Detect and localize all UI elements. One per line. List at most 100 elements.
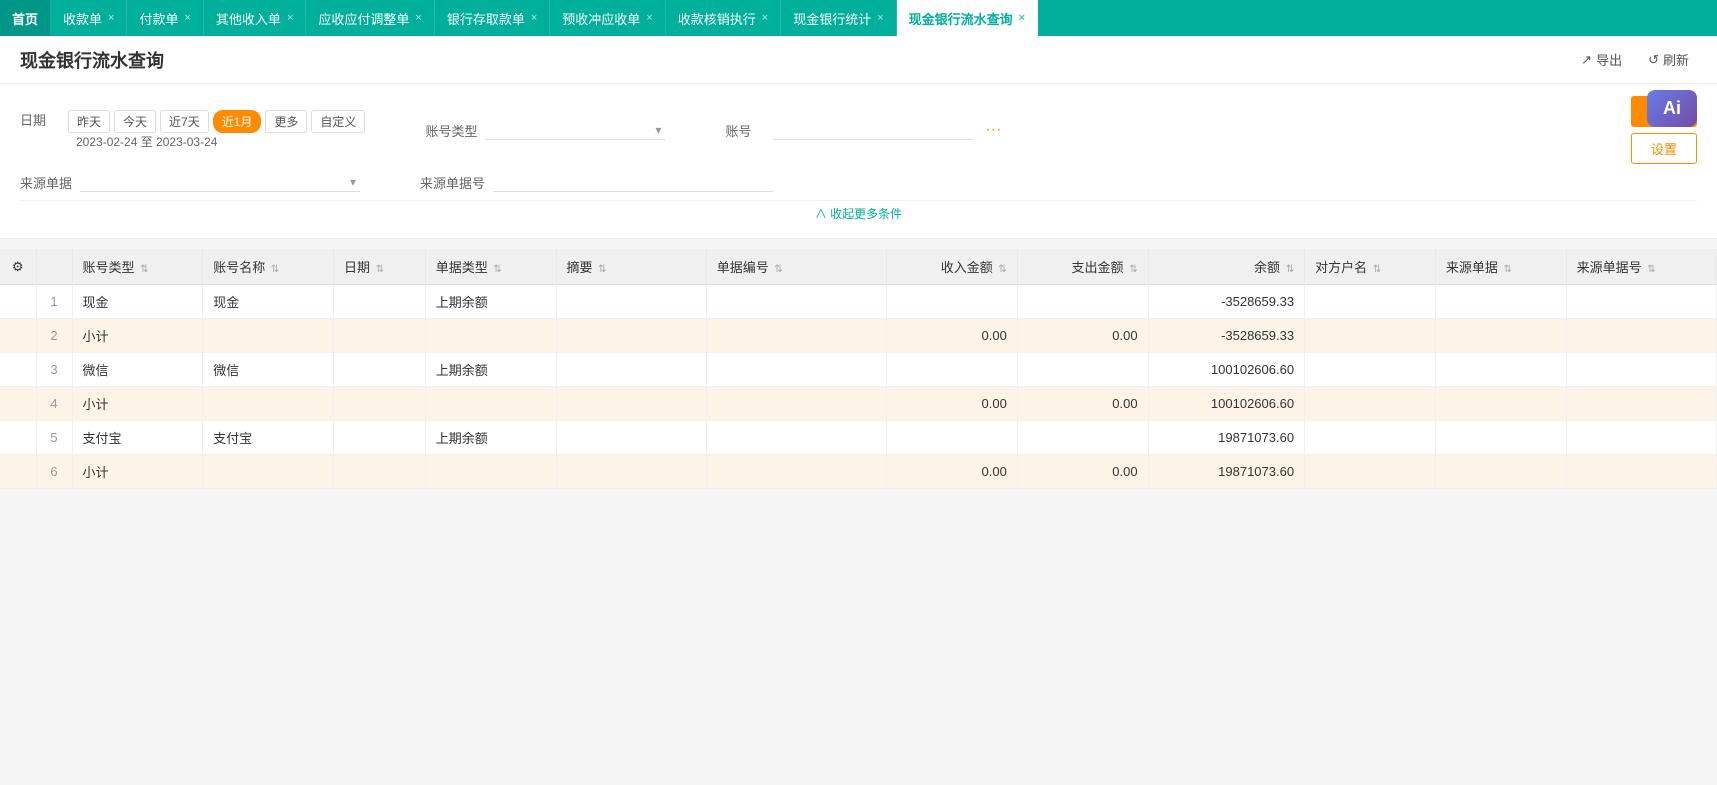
close-icon[interactable]: × <box>415 12 421 24</box>
nav-tab-other-income[interactable]: 其他收入单 × <box>204 0 306 36</box>
sort-icon: ⇅ <box>774 264 782 275</box>
filter-row-1: 日期 昨天 今天 近7天 近1月 更多 自定义 2023-02-24 至 202… <box>20 96 1697 164</box>
cell-income <box>887 353 1018 387</box>
gear-icon[interactable]: ⚙ <box>12 259 24 274</box>
cell-expense: 0.00 <box>1017 455 1148 489</box>
table-row[interactable]: 3微信微信上期余额100102606.60 <box>0 353 1717 387</box>
filter-area: 日期 昨天 今天 近7天 近1月 更多 自定义 2023-02-24 至 202… <box>0 84 1717 239</box>
export-button[interactable]: ↗ 导出 <box>1573 46 1630 73</box>
cell-expense: 0.00 <box>1017 387 1148 421</box>
account-type-select[interactable]: 现金 微信 支付宝 <box>485 120 665 140</box>
nav-tab-label: 银行存取款单 <box>447 9 525 28</box>
sort-icon: ⇅ <box>493 264 501 275</box>
close-icon[interactable]: × <box>1019 12 1025 24</box>
date-options: 昨天 今天 近7天 近1月 更多 自定义 <box>68 110 365 133</box>
nav-tab-ar-ap-adjust[interactable]: 应收应付调整单 × <box>306 0 434 36</box>
nav-home[interactable]: 首页 <box>0 0 51 36</box>
table-row[interactable]: 2小计0.000.00-3528659.33 <box>0 319 1717 353</box>
source-doc-select[interactable] <box>80 172 360 192</box>
cell-expense: 0.00 <box>1017 319 1148 353</box>
col-counterpart[interactable]: 对方户名 ⇅ <box>1305 249 1436 285</box>
nav-tab-label: 收款核销执行 <box>678 9 756 28</box>
cell-account-name: 微信 <box>203 353 334 387</box>
cell-date <box>334 421 426 455</box>
cell-income <box>887 421 1018 455</box>
source-doc-no-input[interactable] <box>493 172 773 192</box>
cell-summary <box>556 421 706 455</box>
nav-tab-prepay[interactable]: 预收冲应收单 × <box>550 0 665 36</box>
close-icon[interactable]: × <box>762 12 768 24</box>
row-number: 2 <box>36 319 72 353</box>
col-doc-no[interactable]: 单据编号 ⇅ <box>706 249 886 285</box>
page-title: 现金银行流水查询 <box>20 47 164 73</box>
cell-account-type: 小计 <box>72 455 203 489</box>
ai-badge[interactable]: Ai <box>1647 90 1697 127</box>
sort-icon: ⇅ <box>140 264 148 275</box>
refresh-icon: ↺ <box>1648 52 1659 68</box>
col-source-doc[interactable]: 来源单据 ⇅ <box>1435 249 1566 285</box>
cell-source-doc-no <box>1566 285 1716 319</box>
sort-icon: ⇅ <box>998 264 1006 275</box>
cell-doc-no <box>706 421 886 455</box>
cell-source-doc <box>1435 455 1566 489</box>
col-expense[interactable]: 支出金额 ⇅ <box>1017 249 1148 285</box>
close-icon[interactable]: × <box>646 12 652 24</box>
cell-source-doc-no <box>1566 387 1716 421</box>
cell-income: 0.00 <box>887 387 1018 421</box>
cell-source-doc-no <box>1566 455 1716 489</box>
nav-tab-payment[interactable]: 付款单 × <box>127 0 203 36</box>
cell-account-name <box>203 387 334 421</box>
collapse-bar[interactable]: ∧ 收起更多条件 <box>20 200 1697 226</box>
cell-doc-no <box>706 455 886 489</box>
account-input[interactable] <box>773 120 973 140</box>
table-row[interactable]: 4小计0.000.00100102606.60 <box>0 387 1717 421</box>
date-btn-more[interactable]: 更多 <box>265 110 307 133</box>
sort-icon: ⇅ <box>271 264 279 275</box>
date-btn-yesterday[interactable]: 昨天 <box>68 110 110 133</box>
source-doc-select-wrapper <box>80 172 360 192</box>
settings-button[interactable]: 设置 <box>1631 133 1697 164</box>
table-row[interactable]: 6小计0.000.0019871073.60 <box>0 455 1717 489</box>
date-btn-custom[interactable]: 自定义 <box>311 110 365 133</box>
col-income[interactable]: 收入金额 ⇅ <box>887 249 1018 285</box>
refresh-button[interactable]: ↺ 刷新 <box>1640 46 1697 73</box>
col-account-name[interactable]: 账号名称 ⇅ <box>203 249 334 285</box>
col-summary[interactable]: 摘要 ⇅ <box>556 249 706 285</box>
close-icon[interactable]: × <box>184 12 190 24</box>
date-btn-today[interactable]: 今天 <box>114 110 156 133</box>
cell-date <box>334 353 426 387</box>
nav-tab-receipt[interactable]: 收款单 × <box>51 0 127 36</box>
data-table-container: ⚙ 账号类型 ⇅ 账号名称 ⇅ 日期 ⇅ 单据类型 ⇅ <box>0 249 1717 489</box>
close-icon[interactable]: × <box>287 12 293 24</box>
cell-summary <box>556 319 706 353</box>
date-btn-1month[interactable]: 近1月 <box>213 110 262 133</box>
col-date[interactable]: 日期 ⇅ <box>334 249 426 285</box>
sort-icon: ⇅ <box>1647 264 1655 275</box>
close-icon[interactable]: × <box>108 12 114 24</box>
table-row[interactable]: 5支付宝支付宝上期余额19871073.60 <box>0 421 1717 455</box>
close-icon[interactable]: × <box>531 12 537 24</box>
account-filter-group: 账号 ··· <box>725 120 1001 140</box>
col-account-type[interactable]: 账号类型 ⇅ <box>72 249 203 285</box>
date-btn-7days[interactable]: 近7天 <box>160 110 209 133</box>
cell-source-doc <box>1435 353 1566 387</box>
cell-expense <box>1017 421 1148 455</box>
cell-counterpart <box>1305 319 1436 353</box>
account-browse-button[interactable]: ··· <box>985 121 1001 139</box>
row-number: 1 <box>36 285 72 319</box>
nav-tab-bank-deposit[interactable]: 银行存取款单 × <box>435 0 550 36</box>
cell-source-doc <box>1435 285 1566 319</box>
cell-account-name: 现金 <box>203 285 334 319</box>
nav-tab-cash-stats[interactable]: 现金银行统计 × <box>781 0 896 36</box>
cell-income: 0.00 <box>887 455 1018 489</box>
cell-summary <box>556 455 706 489</box>
col-balance[interactable]: 余额 ⇅ <box>1148 249 1305 285</box>
col-doc-type[interactable]: 单据类型 ⇅ <box>425 249 556 285</box>
date-filter-group: 日期 昨天 今天 近7天 近1月 更多 自定义 2023-02-24 至 202… <box>20 110 365 150</box>
table-row[interactable]: 1现金现金上期余额-3528659.33 <box>0 285 1717 319</box>
nav-tab-cash-flow-query[interactable]: 现金银行流水查询 × <box>897 0 1038 36</box>
row-settings-cell <box>0 387 36 421</box>
close-icon[interactable]: × <box>877 12 883 24</box>
col-source-doc-no[interactable]: 来源单据号 ⇅ <box>1566 249 1716 285</box>
nav-tab-collection-exec[interactable]: 收款核销执行 × <box>666 0 781 36</box>
